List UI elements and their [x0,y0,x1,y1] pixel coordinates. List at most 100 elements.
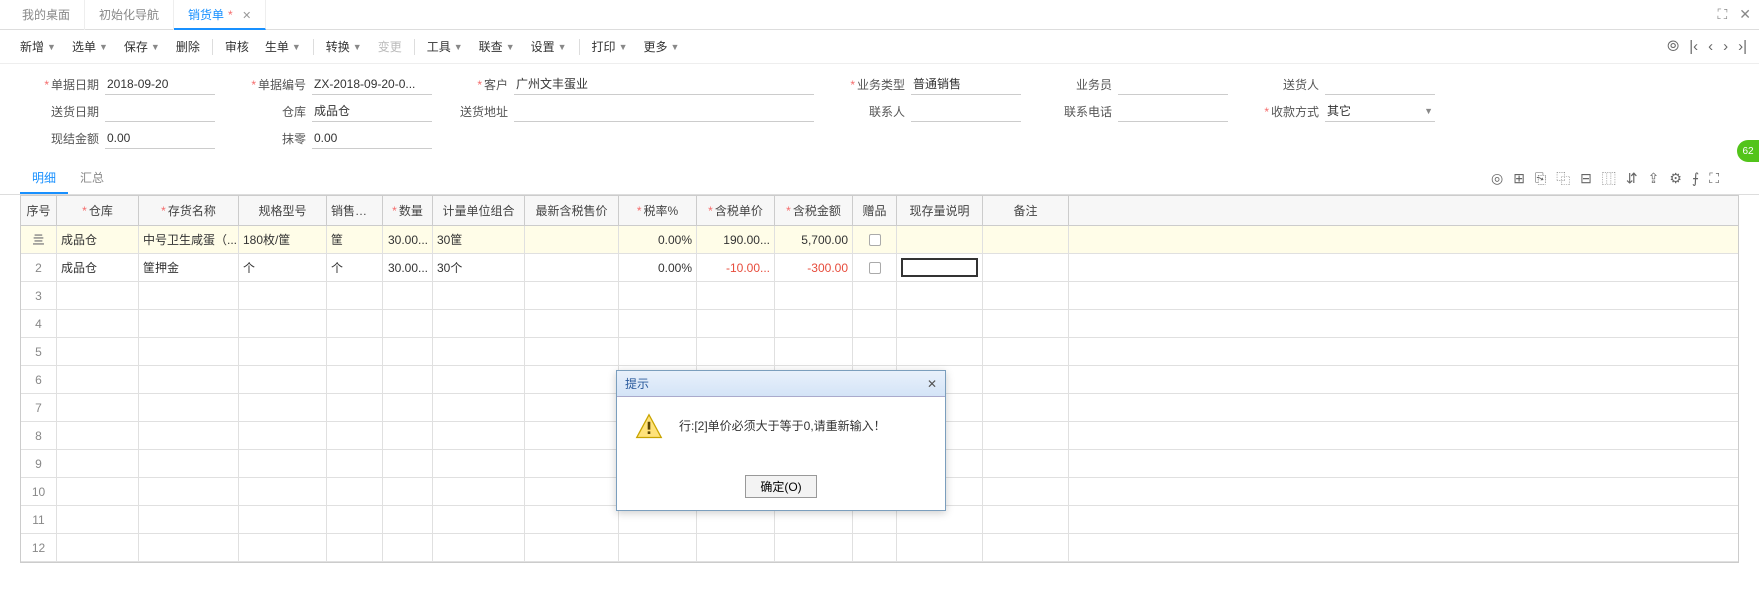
settings-button[interactable]: 设置▼ [523,32,575,62]
dialog-titlebar[interactable]: 提示 ✕ [617,371,945,397]
tab-detail[interactable]: 明细 [20,163,68,194]
delete-button[interactable]: 删除 [168,32,208,62]
contact-field[interactable] [911,102,1021,122]
col-idx[interactable]: 序号 [21,196,57,225]
salesman-field[interactable] [1118,75,1228,95]
col-amount[interactable]: *含税金额 [775,196,853,225]
col-rate[interactable]: *税率% [619,196,697,225]
function-icon[interactable]: ⨍ [1692,170,1699,187]
close-icon[interactable]: ✕ [242,10,251,22]
col-unitprice[interactable]: *含税单价 [697,196,775,225]
discount-field[interactable]: 0.00 [312,128,432,149]
cell-comb[interactable]: 30个 [433,254,525,281]
cell-stock[interactable] [897,254,983,281]
cell-unitprice[interactable]: -10.00... [697,254,775,281]
col-qty[interactable]: *数量 [383,196,433,225]
add-row-icon[interactable]: ⊞ [1513,170,1525,187]
insert-row-icon[interactable]: ⎘ [1535,170,1546,187]
print-button[interactable]: 打印▼ [584,32,636,62]
col-newprice[interactable]: 最新含税售价 [525,196,619,225]
col-comb[interactable]: 计量单位组合 [433,196,525,225]
table-row[interactable]: 2成品仓筐押金个个30.00...30个0.00%-10.00...-300.0… [21,254,1738,282]
cell-qty[interactable]: 30.00... [383,254,433,281]
maximize-icon[interactable]: ⛶ [1717,6,1727,23]
window-close-icon[interactable]: ✕ [1739,6,1751,23]
convert-button[interactable]: 转换▼ [318,32,370,62]
col-spec[interactable]: 规格型号 [239,196,327,225]
tool-button[interactable]: 工具▼ [419,32,471,62]
cell-qty[interactable]: 30.00... [383,226,433,253]
dialog-close-icon[interactable]: ✕ [927,377,937,391]
cell-comb[interactable]: 30筐 [433,226,525,253]
ship-addr-field[interactable] [514,102,814,122]
barcode-icon[interactable]: ⿲ [1602,169,1616,189]
cell-rate[interactable]: 0.00% [619,254,697,281]
first-record-icon[interactable]: |‹ [1689,38,1698,55]
tab-summary[interactable]: 汇总 [68,163,116,194]
doc-no-field[interactable]: ZX-2018-09-20-0... [312,74,432,95]
more-button[interactable]: 更多▼ [635,32,687,62]
cell-unit[interactable]: 个 [327,254,383,281]
cell-name[interactable]: 筐押金 [139,254,239,281]
table-row[interactable]: 亖成品仓中号卫生咸蛋（...180枚/筐筐30.00...30筐0.00%190… [21,226,1738,254]
tab-init-nav[interactable]: 初始化导航 [85,0,174,30]
col-warehouse[interactable]: *仓库 [57,196,139,225]
checkbox-icon[interactable] [869,262,881,274]
phone-field[interactable] [1118,102,1228,122]
cell-spec[interactable]: 个 [239,254,327,281]
cell-warehouse[interactable]: 成品仓 [57,226,139,253]
col-remark[interactable]: 备注 [983,196,1069,225]
col-gift[interactable]: 赠品 [853,196,897,225]
next-record-icon[interactable]: › [1723,38,1728,55]
col-name[interactable]: *存货名称 [139,196,239,225]
cell-unitprice[interactable]: 190.00... [697,226,775,253]
prev-record-icon[interactable]: ‹ [1708,38,1713,55]
cell-remark[interactable] [983,226,1069,253]
dialog-ok-button[interactable]: 确定(O) [745,475,816,498]
table-row[interactable]: 3 [21,282,1738,310]
export-icon[interactable]: ⇪ [1648,170,1660,187]
cell-name[interactable]: 中号卫生咸蛋（... [139,226,239,253]
cell-unit[interactable]: 筐 [327,226,383,253]
checkbox-icon[interactable] [869,234,881,246]
table-row[interactable]: 5 [21,338,1738,366]
doc-date-field[interactable]: 2018-09-20 [105,74,215,95]
deliverer-field[interactable] [1325,75,1435,95]
cash-amt-field[interactable]: 0.00 [105,128,215,149]
save-button[interactable]: 保存▼ [116,32,168,62]
config-icon[interactable]: ⚙ [1669,170,1682,187]
tab-sales-order[interactable]: 销货单* ✕ [174,0,266,30]
locate-icon[interactable]: ⦾ [1667,38,1679,55]
cell-newprice[interactable] [525,226,619,253]
cell-gift[interactable] [853,226,897,253]
sort-icon[interactable]: ⇵ [1626,170,1638,187]
cell-amount[interactable]: -300.00 [775,254,853,281]
new-button[interactable]: 新增▼ [12,32,64,62]
warehouse-field[interactable]: 成品仓 [312,101,432,122]
col-unit[interactable]: 销售单位 [327,196,383,225]
cell-warehouse[interactable]: 成品仓 [57,254,139,281]
notification-badge[interactable]: 62 [1737,140,1759,162]
cell-amount[interactable]: 5,700.00 [775,226,853,253]
last-record-icon[interactable]: ›| [1738,38,1747,55]
customer-field[interactable]: 广州文丰蛋业 [514,74,814,95]
tab-desktop[interactable]: 我的桌面 [8,0,85,30]
cell-remark[interactable] [983,254,1069,281]
cell-rate[interactable]: 0.00% [619,226,697,253]
generate-button[interactable]: 生单▼ [257,32,309,62]
delete-row-icon[interactable]: ⊟ [1580,170,1592,187]
table-row[interactable]: 4 [21,310,1738,338]
cell-spec[interactable]: 180枚/筐 [239,226,327,253]
link-query-button[interactable]: 联查▼ [471,32,523,62]
fullscreen-icon[interactable]: ⛶ [1709,170,1719,187]
biz-type-field[interactable]: 普通销售 [911,74,1021,95]
col-stock[interactable]: 现存量说明 [897,196,983,225]
copy-row-icon[interactable]: ⿻ [1556,169,1570,189]
audit-button[interactable]: 审核 [217,32,257,62]
cell-stock[interactable] [897,226,983,253]
select-order-button[interactable]: 选单▼ [64,32,116,62]
cell-newprice[interactable] [525,254,619,281]
locate-row-icon[interactable]: ◎ [1491,170,1503,187]
table-row[interactable]: 12 [21,534,1738,562]
ship-date-field[interactable] [105,102,215,122]
